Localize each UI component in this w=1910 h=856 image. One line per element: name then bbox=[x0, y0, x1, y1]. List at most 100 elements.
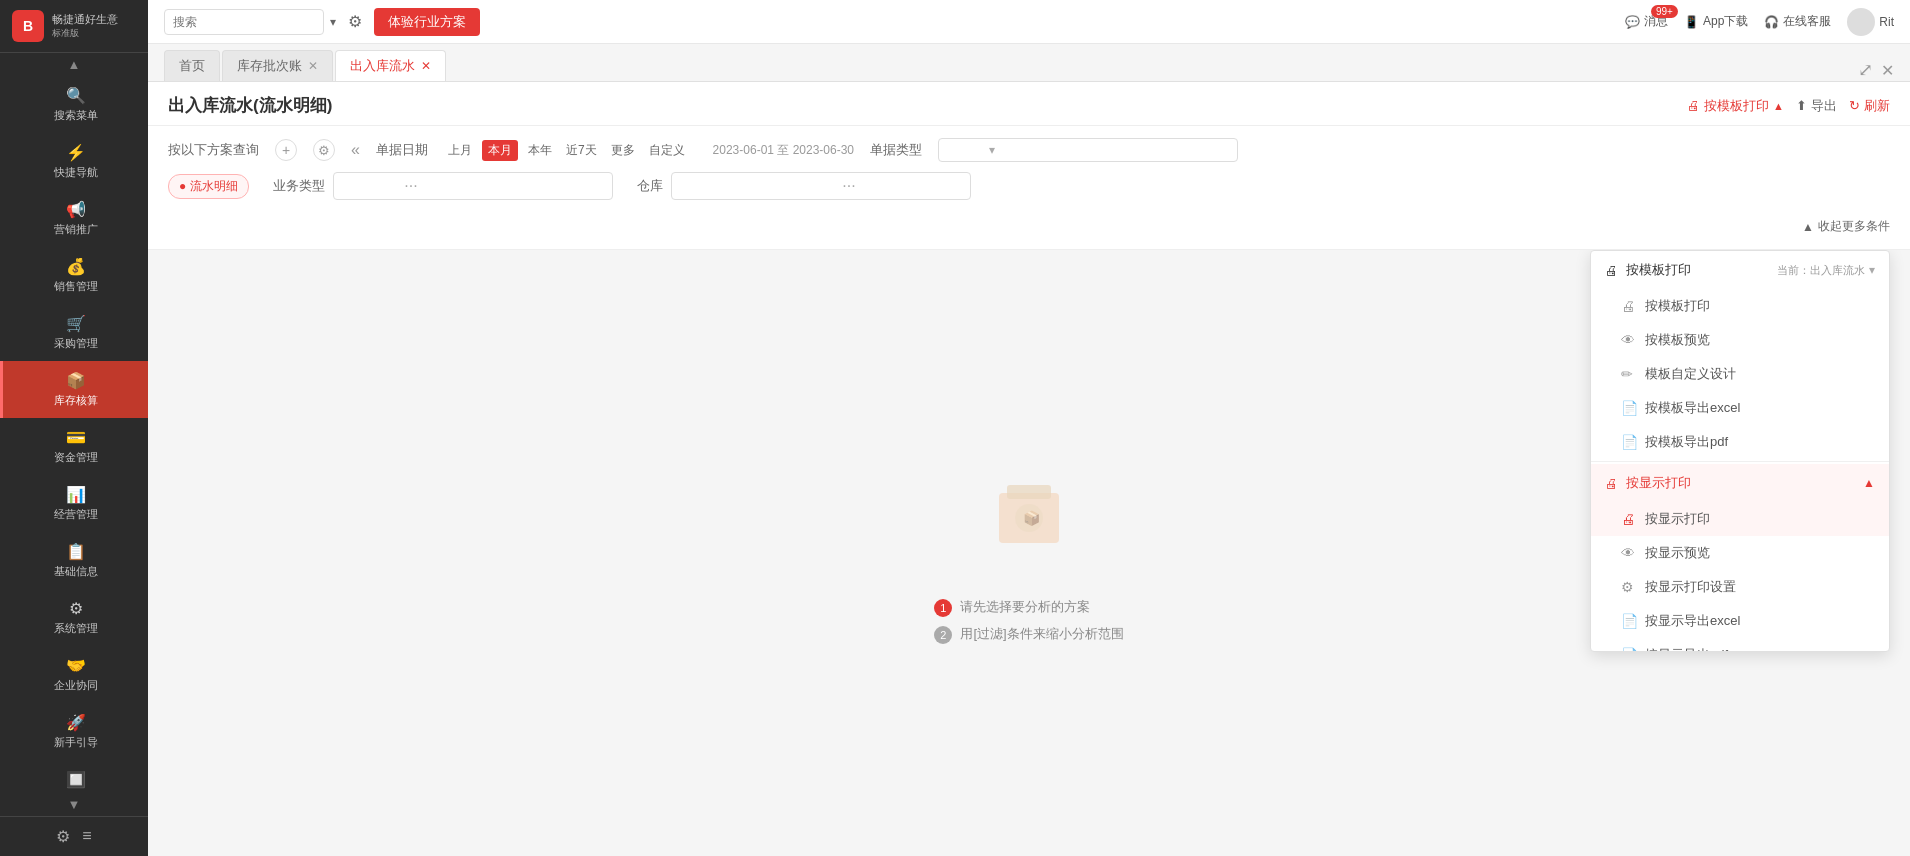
display-excel-label: 按显示导出excel bbox=[1645, 612, 1740, 630]
warehouse-dots[interactable]: ··· bbox=[842, 177, 855, 195]
display-print-sub-label: 按显示打印 bbox=[1645, 510, 1710, 528]
purchase-icon: 🛒 bbox=[66, 314, 86, 333]
scroll-down-btn[interactable]: ▼ bbox=[0, 793, 148, 816]
settings-icon[interactable]: ⚙ bbox=[56, 827, 70, 846]
business-type-label: 业务类型 bbox=[273, 177, 325, 195]
template-custom-icon: ✏ bbox=[1621, 366, 1637, 382]
collapse-more-btn[interactable]: ▲ 收起更多条件 bbox=[1802, 218, 1890, 235]
tab-home[interactable]: 首页 bbox=[164, 50, 220, 81]
display-print-sub-icon: 🖨 bbox=[1621, 511, 1637, 527]
headset-icon: 🎧 bbox=[1764, 15, 1779, 29]
topbar-right: 💬 消息 99+ 📱 App下载 🎧 在线客服 Rit bbox=[1625, 8, 1894, 36]
tab-inout-flow-close[interactable]: ✕ bbox=[421, 59, 431, 73]
app-download-btn[interactable]: 📱 App下载 bbox=[1684, 13, 1748, 30]
dropdown-item-display-export-excel[interactable]: 📄 按显示导出excel bbox=[1591, 604, 1889, 638]
date-shortcut-custom[interactable]: 自定义 bbox=[645, 140, 689, 161]
sidebar-item-search-menu[interactable]: 🔍 搜索菜单 bbox=[0, 76, 148, 133]
sidebar-item-purchase[interactable]: 🛒 采购管理 bbox=[0, 304, 148, 361]
sidebar-label-sales: 销售管理 bbox=[54, 279, 98, 294]
dropdown-item-display-export-pdf[interactable]: 📄 按显示导出pdf bbox=[1591, 638, 1889, 651]
date-shortcut-this-month[interactable]: 本月 bbox=[482, 140, 518, 161]
filter-collapse-btn[interactable]: « bbox=[351, 141, 360, 159]
sidebar-item-enterprise-collab[interactable]: 🤝 企业协同 bbox=[0, 646, 148, 703]
maximize-btn[interactable]: ⤢ bbox=[1858, 59, 1873, 81]
dropdown-scroll: 🖨 按模板打印 当前：出入库流水 ▾ 🖨 按模板打印 bbox=[1591, 251, 1889, 651]
tabs-bar: 首页 库存批次账 ✕ 出入库流水 ✕ ⤢ ✕ bbox=[148, 44, 1910, 82]
filter-settings-btn[interactable]: ⚙ bbox=[313, 139, 335, 161]
dropdown-item-template-export-excel[interactable]: 📄 按模板导出excel bbox=[1591, 391, 1889, 425]
date-shortcut-this-year[interactable]: 本年 bbox=[524, 140, 556, 161]
sidebar-item-operations[interactable]: 📊 经营管理 bbox=[0, 475, 148, 532]
sidebar-item-marketing[interactable]: 📢 营销推广 bbox=[0, 190, 148, 247]
dropdown-item-display-print-settings[interactable]: ⚙ 按显示打印设置 bbox=[1591, 570, 1889, 604]
svg-text:📦: 📦 bbox=[1023, 510, 1041, 527]
sidebar-item-system[interactable]: ⚙ 系统管理 bbox=[0, 589, 148, 646]
business-type-dots[interactable]: ··· bbox=[404, 177, 417, 195]
filter-tag-icon: ● bbox=[179, 179, 186, 193]
business-type-select[interactable]: ··· bbox=[333, 172, 613, 200]
topbar-search-group: ▾ bbox=[164, 9, 336, 35]
empty-tip-2-text: 用[过滤]条件来缩小分析范围 bbox=[960, 625, 1123, 643]
message-btn[interactable]: 💬 消息 99+ bbox=[1625, 13, 1668, 30]
refresh-btn[interactable]: ↻ 刷新 bbox=[1849, 97, 1890, 115]
sidebar-label-finance: 资金管理 bbox=[54, 450, 98, 465]
tab-inventory-batch[interactable]: 库存批次账 ✕ bbox=[222, 50, 333, 81]
dropdown-template-print-header[interactable]: 🖨 按模板打印 当前：出入库流水 ▾ bbox=[1591, 251, 1889, 289]
date-shortcut-more[interactable]: 更多 bbox=[607, 140, 639, 161]
sidebar-item-quick-nav[interactable]: ⚡ 快捷导航 bbox=[0, 133, 148, 190]
display-pdf-label: 按显示导出pdf bbox=[1645, 646, 1728, 651]
empty-tip-2: 2 用[过滤]条件来缩小分析范围 bbox=[934, 625, 1123, 644]
logo-badge: 标准版 bbox=[52, 27, 118, 40]
warehouse-input[interactable]: ··· bbox=[671, 172, 971, 200]
display-print-arrow-icon: ▲ bbox=[1863, 476, 1875, 490]
dropdown-item-display-print[interactable]: 🖨 按显示打印 bbox=[1591, 502, 1889, 536]
username-label: Rit bbox=[1879, 15, 1894, 29]
industry-solution-button[interactable]: 体验行业方案 bbox=[374, 8, 480, 36]
display-preview-label: 按显示预览 bbox=[1645, 544, 1710, 562]
dropdown-item-template-print[interactable]: 🖨 按模板打印 bbox=[1591, 289, 1889, 323]
page-header-actions: 🖨 按模板打印 ▲ ⬆ 导出 ↻ 刷新 bbox=[1687, 97, 1890, 115]
online-service-btn[interactable]: 🎧 在线客服 bbox=[1764, 13, 1831, 30]
tab-inout-flow[interactable]: 出入库流水 ✕ bbox=[335, 50, 446, 81]
topbar-search-input[interactable] bbox=[164, 9, 324, 35]
dropdown-item-display-preview[interactable]: 👁 按显示预览 bbox=[1591, 536, 1889, 570]
collapse-sidebar-icon[interactable]: ≡ bbox=[82, 827, 91, 846]
app-download-label: App下载 bbox=[1703, 13, 1748, 30]
sidebar-item-starter[interactable]: 🚀 新手引导 bbox=[0, 703, 148, 760]
quick-nav-icon: ⚡ bbox=[66, 143, 86, 162]
sidebar-item-app-center[interactable]: 🔲 应用中心 bbox=[0, 760, 148, 793]
dropdown-item-template-preview[interactable]: 👁 按模板预览 bbox=[1591, 323, 1889, 357]
export-btn[interactable]: ⬆ 导出 bbox=[1796, 97, 1837, 115]
filter-add-btn[interactable]: + bbox=[275, 139, 297, 161]
logo-text-group: 畅捷通好生意 标准版 bbox=[52, 12, 118, 39]
sidebar-label-quick-nav: 快捷导航 bbox=[54, 165, 98, 180]
template-excel-icon: 📄 bbox=[1621, 400, 1637, 416]
main-area: ▾ ⚙ 体验行业方案 💬 消息 99+ 📱 App下载 🎧 在线客服 bbox=[148, 0, 1910, 856]
export-label: 导出 bbox=[1811, 97, 1837, 115]
user-profile-btn[interactable]: Rit bbox=[1847, 8, 1894, 36]
sidebar-item-inventory[interactable]: 📦 库存核算 bbox=[0, 361, 148, 418]
template-print-btn[interactable]: 🖨 按模板打印 ▲ bbox=[1687, 97, 1784, 115]
topbar-gear-icon[interactable]: ⚙ bbox=[348, 12, 362, 31]
sidebar-item-basic-info[interactable]: 📋 基础信息 bbox=[0, 532, 148, 589]
sidebar-label-enterprise-collab: 企业协同 bbox=[54, 678, 98, 693]
date-shortcut-last-month[interactable]: 上月 bbox=[444, 140, 476, 161]
voucher-type-dropdown[interactable]: ▾ bbox=[938, 138, 1238, 162]
template-preview-icon: 👁 bbox=[1621, 332, 1637, 348]
printer-icon: 🖨 bbox=[1605, 263, 1618, 278]
dropdown-item-template-export-pdf[interactable]: 📄 按模板导出pdf bbox=[1591, 425, 1889, 459]
close-tab-btn[interactable]: ✕ bbox=[1881, 61, 1894, 80]
scroll-up-btn[interactable]: ▲ bbox=[0, 53, 148, 76]
dropdown-display-print-header[interactable]: 🖨 按显示打印 ▲ bbox=[1591, 464, 1889, 502]
sidebar-bottom: ⚙ ≡ bbox=[0, 816, 148, 856]
dropdown-item-template-custom[interactable]: ✏ 模板自定义设计 bbox=[1591, 357, 1889, 391]
sidebar-label-purchase: 采购管理 bbox=[54, 336, 98, 351]
date-shortcut-7days[interactable]: 近7天 bbox=[562, 140, 601, 161]
tab-inout-flow-label: 出入库流水 bbox=[350, 57, 415, 75]
filter-tag-flow[interactable]: ● 流水明细 bbox=[168, 174, 249, 199]
topbar-search-dropdown-icon[interactable]: ▾ bbox=[330, 15, 336, 29]
sidebar-item-sales[interactable]: 💰 销售管理 bbox=[0, 247, 148, 304]
tab-inventory-batch-close[interactable]: ✕ bbox=[308, 59, 318, 73]
marketing-icon: 📢 bbox=[66, 200, 86, 219]
sidebar-item-finance[interactable]: 💳 资金管理 bbox=[0, 418, 148, 475]
